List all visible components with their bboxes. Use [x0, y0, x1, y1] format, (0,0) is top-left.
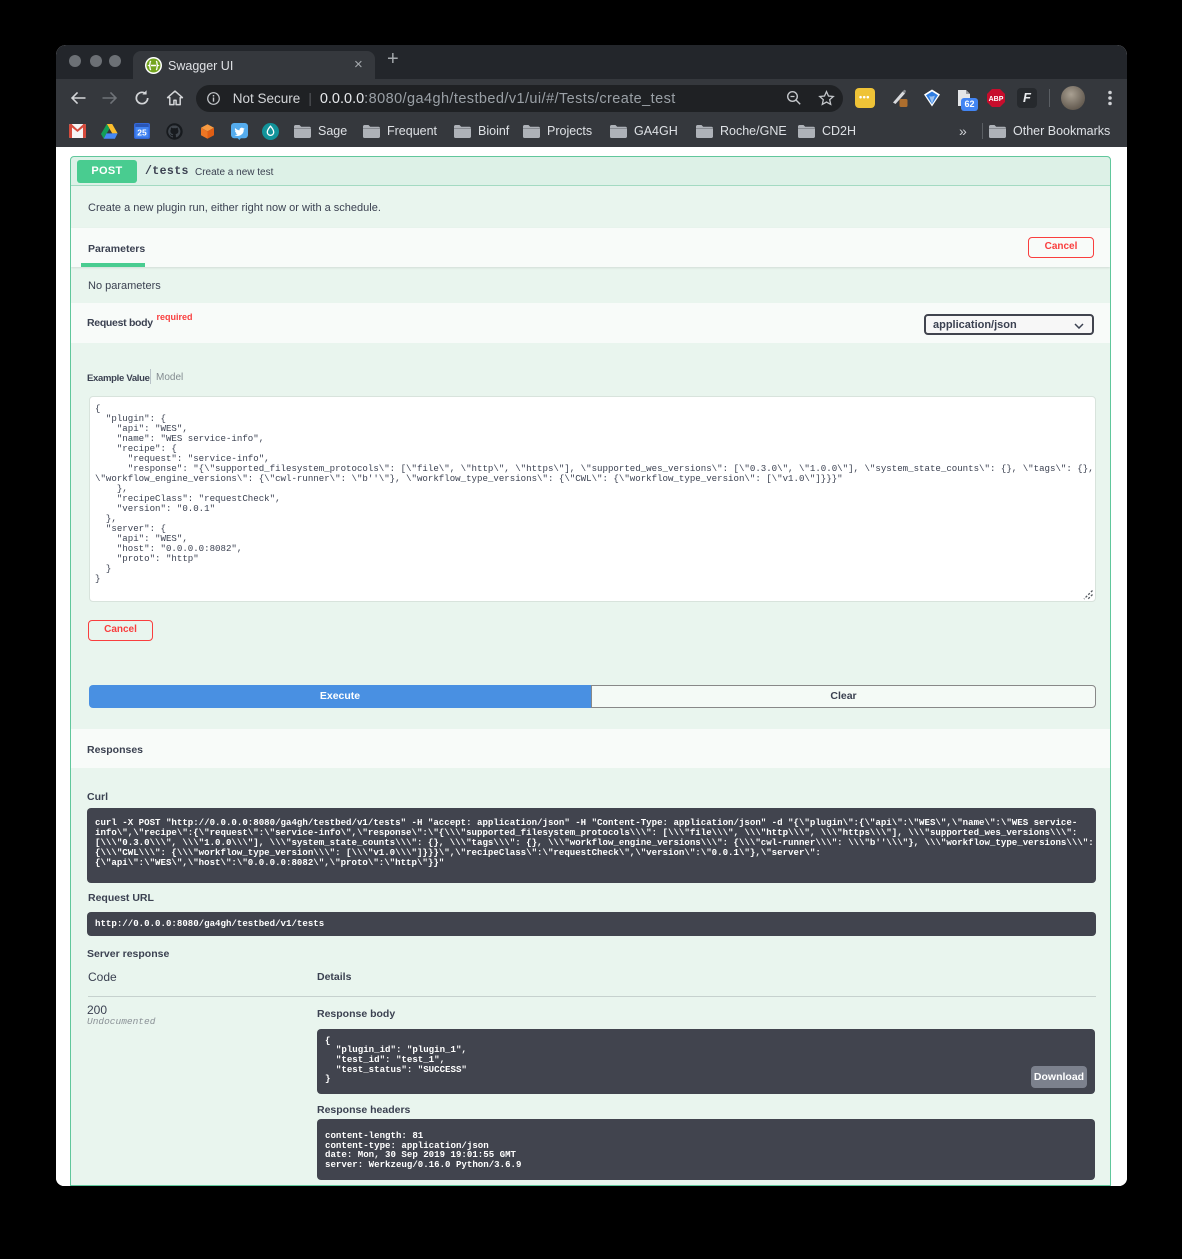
svg-text:25: 25 — [137, 128, 147, 138]
svg-text:ABP: ABP — [989, 96, 1004, 103]
